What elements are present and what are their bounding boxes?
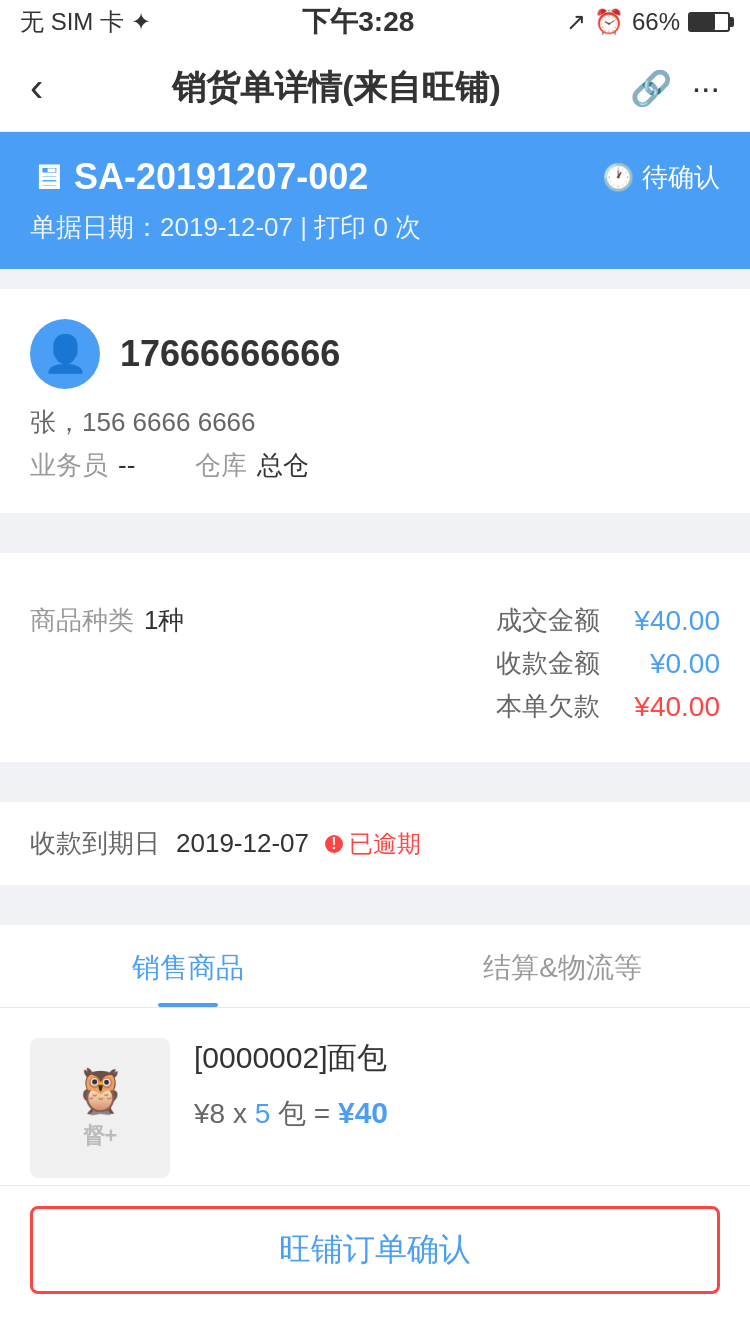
customer-phone: 17666666666 xyxy=(120,333,340,375)
battery-icon xyxy=(688,12,730,32)
received-amount-row: 收款金额 ¥0.00 xyxy=(375,646,720,681)
goods-type-label: 商品种类 xyxy=(30,603,134,638)
arrears-label: 本单欠款 xyxy=(496,689,600,724)
product-item: 🦉 督+ [0000002]面包 ¥8 x 5 包 = ¥40 xyxy=(30,1038,720,1178)
unit: 包 xyxy=(278,1098,306,1129)
product-section: 🦉 督+ [0000002]面包 ¥8 x 5 包 = ¥40 xyxy=(0,1008,750,1208)
location-icon: ↗ xyxy=(566,8,586,36)
transaction-label: 成交金额 xyxy=(496,603,600,638)
order-meta: 单据日期：2019-12-07 | 打印 0 次 xyxy=(30,210,720,245)
equals-sign: = xyxy=(314,1098,338,1129)
overdue-icon: ! xyxy=(325,835,343,853)
tabs: 销售商品 结算&物流等 xyxy=(0,925,750,1008)
summary-card: 商品种类 1种 成交金额 ¥40.00 收款金额 ¥0.00 本单欠款 ¥40.… xyxy=(0,553,750,762)
confirm-button[interactable]: 旺铺订单确认 xyxy=(30,1206,720,1294)
overdue-badge: ! 已逾期 xyxy=(325,828,421,860)
arrears-row: 本单欠款 ¥40.00 xyxy=(375,689,720,724)
more-button[interactable]: ··· xyxy=(692,68,720,107)
amount-section: 商品种类 1种 成交金额 ¥40.00 收款金额 ¥0.00 本单欠款 ¥40.… xyxy=(30,603,720,732)
salesperson-value: -- xyxy=(118,450,135,481)
order-status: 🕐 待确认 xyxy=(602,160,720,195)
customer-card: 👤 17666666666 张，156 6666 6666 业务员 -- 仓库 … xyxy=(0,289,750,513)
due-date-value: 2019-12-07 xyxy=(176,828,309,859)
goods-type-section: 商品种类 1种 xyxy=(30,603,375,732)
status-bar: 无 SIM 卡 ✦ 下午3:28 ↗ ⏰ 66% xyxy=(0,0,750,44)
goods-type-value: 1种 xyxy=(144,603,184,638)
customer-row: 👤 17666666666 xyxy=(30,319,720,389)
divider-3 xyxy=(0,885,750,905)
product-price: ¥8 x 5 包 = ¥40 xyxy=(194,1095,720,1133)
share-button[interactable]: 🔗 xyxy=(630,68,672,108)
divider-1 xyxy=(0,513,750,533)
owl-text: 督+ xyxy=(83,1121,118,1151)
amounts: 成交金额 ¥40.00 收款金额 ¥0.00 本单欠款 ¥40.00 xyxy=(375,603,720,732)
battery-percent: 66% xyxy=(632,8,680,36)
owl-logo: 🦉 xyxy=(73,1065,128,1117)
warehouse-value: 总仓 xyxy=(257,448,309,483)
alarm-icon: ⏰ xyxy=(594,8,624,36)
product-image-inner: 🦉 督+ xyxy=(30,1038,170,1178)
header-top: 🖥 SA-20191207-002 🕐 待确认 xyxy=(30,156,720,198)
due-date-section: 收款到期日 2019-12-07 ! 已逾期 xyxy=(0,802,750,885)
warehouse-label: 仓库 xyxy=(195,448,247,483)
status-left: 无 SIM 卡 ✦ xyxy=(20,6,151,38)
divider-2 xyxy=(0,762,750,782)
arrears-amount: ¥40.00 xyxy=(620,691,720,723)
overdue-text: 已逾期 xyxy=(349,828,421,860)
nav-bar: ‹ 销货单详情(来自旺铺) 🔗 ··· xyxy=(0,44,750,132)
order-icon: 🖥 xyxy=(30,158,64,197)
header-card: 🖥 SA-20191207-002 🕐 待确认 单据日期：2019-12-07 … xyxy=(0,132,750,269)
received-label: 收款金额 xyxy=(496,646,600,681)
total-price: ¥40 xyxy=(338,1096,388,1129)
goods-type: 商品种类 1种 xyxy=(30,603,375,638)
quantity: 5 xyxy=(255,1098,271,1129)
salesperson-label: 业务员 xyxy=(30,448,108,483)
transaction-amount-row: 成交金额 ¥40.00 xyxy=(375,603,720,638)
received-amount: ¥0.00 xyxy=(620,648,720,680)
warehouse-field: 仓库 总仓 xyxy=(195,448,309,483)
product-name: [0000002]面包 xyxy=(194,1038,720,1079)
nav-actions: 🔗 ··· xyxy=(630,68,720,108)
sim-status: 无 SIM 卡 ✦ xyxy=(20,6,151,38)
back-button[interactable]: ‹ xyxy=(30,65,43,110)
page-title: 销货单详情(来自旺铺) xyxy=(172,65,501,111)
transaction-amount: ¥40.00 xyxy=(620,605,720,637)
tab-settlement[interactable]: 结算&物流等 xyxy=(375,925,750,1007)
multiply-sign: x xyxy=(233,1098,255,1129)
avatar: 👤 xyxy=(30,319,100,389)
tab-sales-goods[interactable]: 销售商品 xyxy=(0,925,375,1007)
due-label: 收款到期日 xyxy=(30,826,160,861)
bottom-bar: 旺铺订单确认 xyxy=(0,1185,750,1334)
order-number: 🖥 SA-20191207-002 xyxy=(30,156,368,198)
status-time: 下午3:28 xyxy=(302,3,414,41)
clock-icon: 🕐 xyxy=(602,162,634,193)
product-image: 🦉 督+ xyxy=(30,1038,170,1178)
unit-price: ¥8 xyxy=(194,1098,225,1129)
customer-name: 张，156 6666 6666 xyxy=(30,405,720,440)
product-info: [0000002]面包 ¥8 x 5 包 = ¥40 xyxy=(194,1038,720,1133)
status-right: ↗ ⏰ 66% xyxy=(566,8,730,36)
customer-meta: 业务员 -- 仓库 总仓 xyxy=(30,448,720,483)
salesperson-field: 业务员 -- xyxy=(30,448,135,483)
